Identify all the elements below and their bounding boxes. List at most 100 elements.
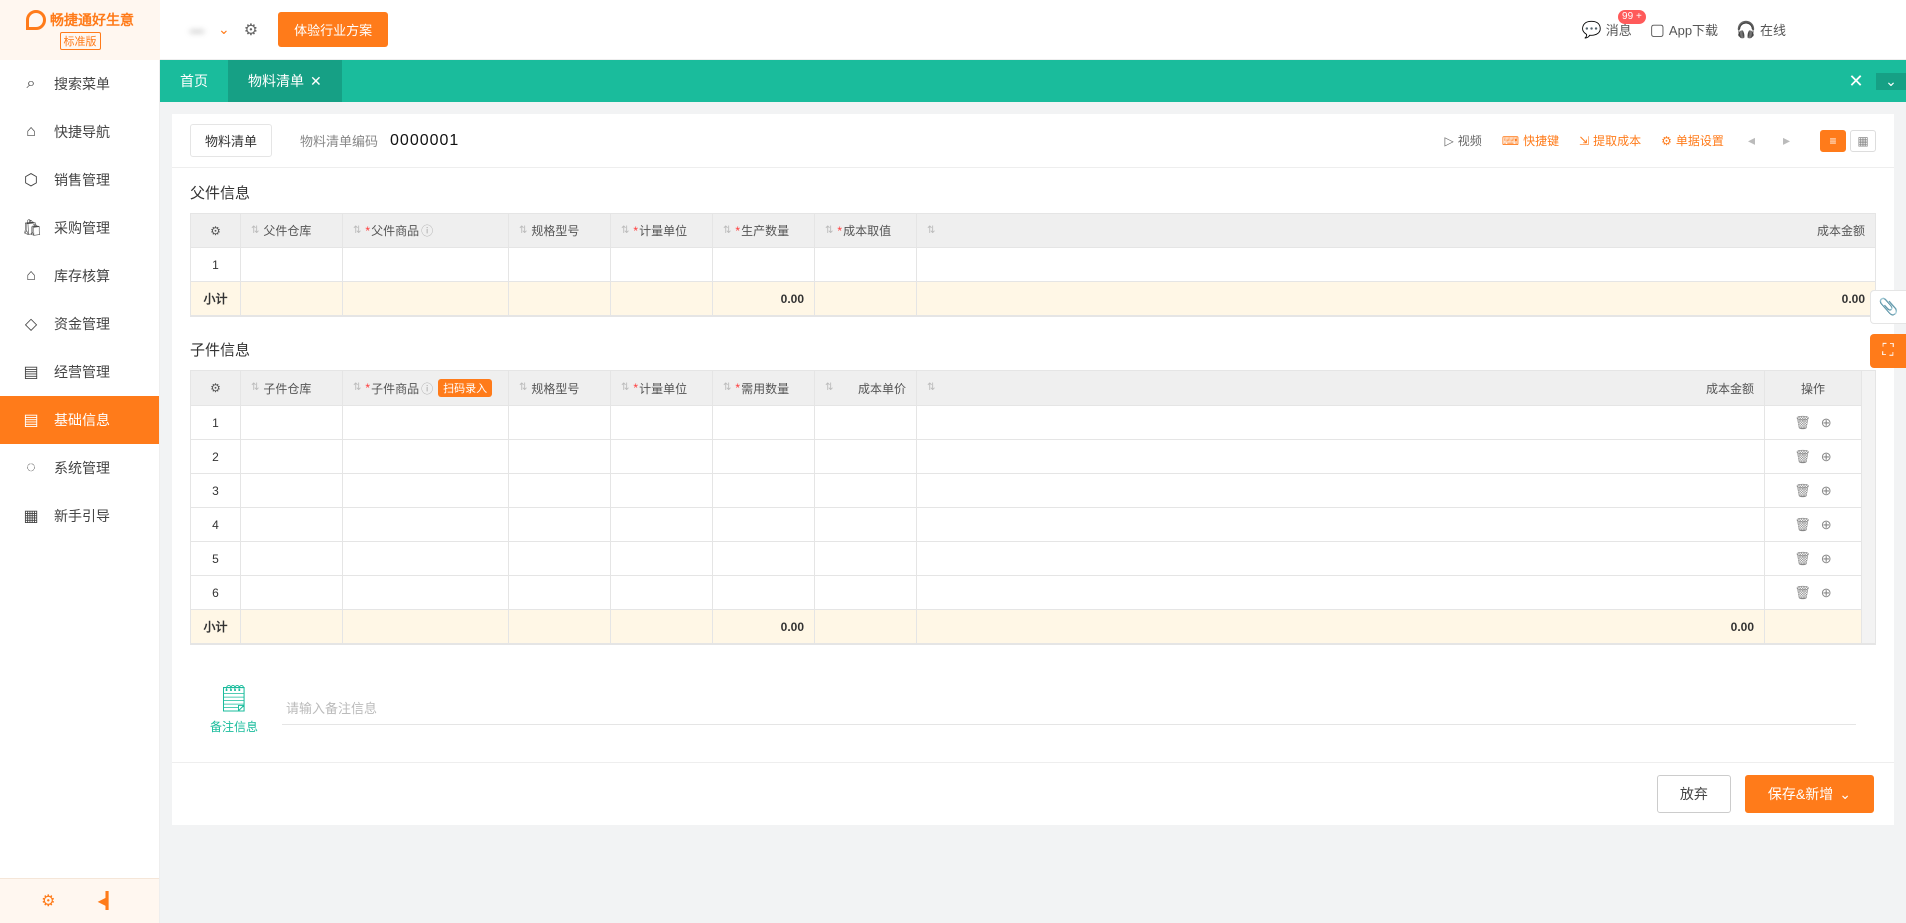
scan-tag[interactable]: 扫码录入 (438, 379, 492, 397)
remark-input[interactable] (282, 693, 1856, 725)
child-col-spec[interactable]: ⇅规格型号 (509, 371, 611, 406)
view-card-button[interactable]: ▦ (1850, 130, 1876, 152)
sidebar-item-9[interactable]: ▦新手引导 (0, 492, 159, 540)
delete-icon[interactable]: 🗑 (1794, 551, 1811, 567)
table-row[interactable]: 3🗑⊕ (191, 474, 1861, 508)
gear-icon: ⚙ (210, 381, 221, 395)
sidebar-item-6[interactable]: ▤ 经营管理 (0, 348, 159, 396)
prev-bill-arrow[interactable]: ◂ (1744, 132, 1759, 149)
delete-icon[interactable]: 🗑 (1794, 449, 1811, 465)
parent-col-cost-src[interactable]: ⇅*成本取值 (815, 214, 917, 248)
parent-col-prod-qty[interactable]: ⇅*生产数量 (713, 214, 815, 248)
video-link[interactable]: ▷视频 (1444, 132, 1481, 149)
save-new-button[interactable]: 保存&新增 ⌄ (1745, 775, 1874, 813)
discard-button[interactable]: 放弃 (1657, 775, 1731, 813)
extract-cost-link[interactable]: ⇲提取成本 (1579, 132, 1641, 149)
tabstrip-close-button[interactable]: ✕ (1836, 71, 1876, 92)
add-row-icon[interactable]: ⊕ (1821, 585, 1832, 601)
sidebar-item-2[interactable]: ⬡销售管理 (0, 156, 159, 204)
sidebar-item-5[interactable]: ◇ 资金管理 (0, 300, 159, 348)
parent-col-unit[interactable]: ⇅*计量单位 (611, 214, 713, 248)
add-row-icon[interactable]: ⊕ (1821, 483, 1832, 499)
tab-bom[interactable]: 物料清单 ✕ (228, 60, 342, 102)
table-row[interactable]: 2🗑⊕ (191, 440, 1861, 474)
child-section-title: 子件信息 (172, 325, 1894, 370)
doc-setting-link[interactable]: ⚙单据设置 (1661, 132, 1724, 149)
add-row-icon[interactable]: ⊕ (1821, 551, 1832, 567)
add-row-icon[interactable]: ⊕ (1821, 517, 1832, 533)
chevron-down-icon: ⌄ (1839, 786, 1851, 803)
sidebar-item-label: 系统管理 (54, 458, 110, 478)
parent-col-spec[interactable]: ⇅规格型号 (509, 214, 611, 248)
add-row-icon[interactable]: ⊕ (1821, 415, 1832, 431)
tab-home[interactable]: 首页 (160, 60, 228, 102)
sidebar-item-3[interactable]: 🛍采购管理 (0, 204, 159, 252)
sidebar-item-0[interactable]: ⌕搜索菜单 (0, 60, 159, 108)
child-col-cost-price[interactable]: ⇅成本单价 (815, 371, 917, 406)
attachment-button[interactable]: 📎 (1870, 290, 1906, 324)
fullscreen-button[interactable]: ⛶ (1870, 334, 1906, 368)
table-row[interactable]: 1 (191, 248, 1875, 282)
sidebar-item-8[interactable]: ◌系统管理 (0, 444, 159, 492)
parent-col-product[interactable]: ⇅*父件商品ⓘ (343, 214, 509, 248)
table-row[interactable]: 1🗑⊕ (191, 406, 1861, 440)
child-col-need-qty[interactable]: ⇅*需用数量 (713, 371, 815, 406)
sidebar-item-label: 基础信息 (54, 410, 110, 430)
try-industry-button[interactable]: 体验行业方案 (278, 12, 388, 47)
delete-icon[interactable]: 🗑 (1794, 415, 1811, 431)
app-download-label: App下载 (1669, 20, 1718, 39)
org-name: — (190, 22, 204, 38)
delete-icon[interactable]: 🗑 (1794, 517, 1811, 533)
next-bill-arrow[interactable]: ▸ (1779, 132, 1794, 149)
online-support-button[interactable]: 🎧 在线 (1736, 20, 1786, 40)
messages-button[interactable]: 💬 消息 99 + (1582, 20, 1632, 40)
child-col-cost-amt[interactable]: ⇅成本金额 (917, 371, 1765, 406)
bill-card: 物料清单 物料清单编码 0000001 ▷视频 ⌨快捷键 ⇲提取成本 ⚙单据设置… (172, 114, 1894, 825)
tab-home-label: 首页 (180, 71, 208, 91)
org-selector[interactable]: — ⌄ ⚙ (190, 20, 258, 40)
sidebar-item-label: 资金管理 (54, 314, 110, 334)
sidebar-item-label: 库存核算 (54, 266, 110, 286)
sidebar-item-1[interactable]: ⌂快捷导航 (0, 108, 159, 156)
view-list-button[interactable]: ≡ (1820, 130, 1846, 152)
parent-col-cost-amt[interactable]: ⇅成本金额 (917, 214, 1875, 248)
sidebar-bottom: ⚙ ◂▎ (0, 878, 159, 923)
collapse-sidebar-icon[interactable]: ◂▎ (98, 891, 118, 911)
delete-icon[interactable]: 🗑 (1794, 483, 1811, 499)
sidebar-item-4[interactable]: ⌂库存核算 (0, 252, 159, 300)
settings-icon[interactable]: ⚙ (41, 891, 55, 911)
scrollbar[interactable] (1861, 371, 1875, 644)
app-download-button[interactable]: ▢ App下载 (1650, 20, 1718, 40)
header-tools: ▷视频 ⌨快捷键 ⇲提取成本 ⚙单据设置 ◂ ▸ ≡ ▦ (1444, 130, 1876, 152)
sidebar-item-icon: ▤ (22, 362, 40, 382)
remark-card: 🗒 备注信息 (184, 663, 1882, 755)
shortcut-link[interactable]: ⌨快捷键 (1502, 132, 1559, 149)
extract-icon: ⇲ (1579, 134, 1589, 148)
close-icon[interactable]: ✕ (310, 73, 322, 90)
sidebar-item-icon: ▤ (22, 410, 40, 430)
sidebar-item-7[interactable]: ▤ 基础信息 (0, 396, 159, 444)
table-row[interactable]: 6🗑⊕ (191, 576, 1861, 610)
online-label: 在线 (1760, 20, 1786, 39)
add-row-icon[interactable]: ⊕ (1821, 449, 1832, 465)
parent-col-warehouse[interactable]: ⇅父件仓库 (241, 214, 343, 248)
table-row[interactable]: 4🗑⊕ (191, 508, 1861, 542)
footer: 放弃 保存&新增 ⌄ (172, 762, 1894, 825)
remark-badge: 🗒 备注信息 (210, 683, 258, 735)
parent-col-config[interactable]: ⚙ (191, 214, 241, 248)
table-row[interactable]: 5🗑⊕ (191, 542, 1861, 576)
bill-code-value: 0000001 (390, 132, 459, 150)
child-col-warehouse[interactable]: ⇅子件仓库 (241, 371, 343, 406)
child-col-product[interactable]: ⇅*子件商品ⓘ扫码录入 (343, 371, 509, 406)
delete-icon[interactable]: 🗑 (1794, 585, 1811, 601)
sidebar-item-label: 经营管理 (54, 362, 110, 382)
parent-section-title: 父件信息 (172, 168, 1894, 213)
sidebar-item-icon: ◇ (22, 314, 40, 334)
gear-icon[interactable]: ⚙ (244, 20, 258, 40)
tabstrip-more-button[interactable]: ⌄ (1876, 73, 1906, 90)
info-icon: ⓘ (421, 222, 433, 239)
child-col-unit[interactable]: ⇅*计量单位 (611, 371, 713, 406)
parent-grid: ⚙ ⇅父件仓库 ⇅*父件商品ⓘ ⇅规格型号 ⇅*计量单位 ⇅*生产数量 ⇅*成本… (190, 213, 1876, 317)
bill-tab-chip[interactable]: 物料清单 (190, 124, 272, 157)
child-col-config[interactable]: ⚙ (191, 371, 241, 406)
